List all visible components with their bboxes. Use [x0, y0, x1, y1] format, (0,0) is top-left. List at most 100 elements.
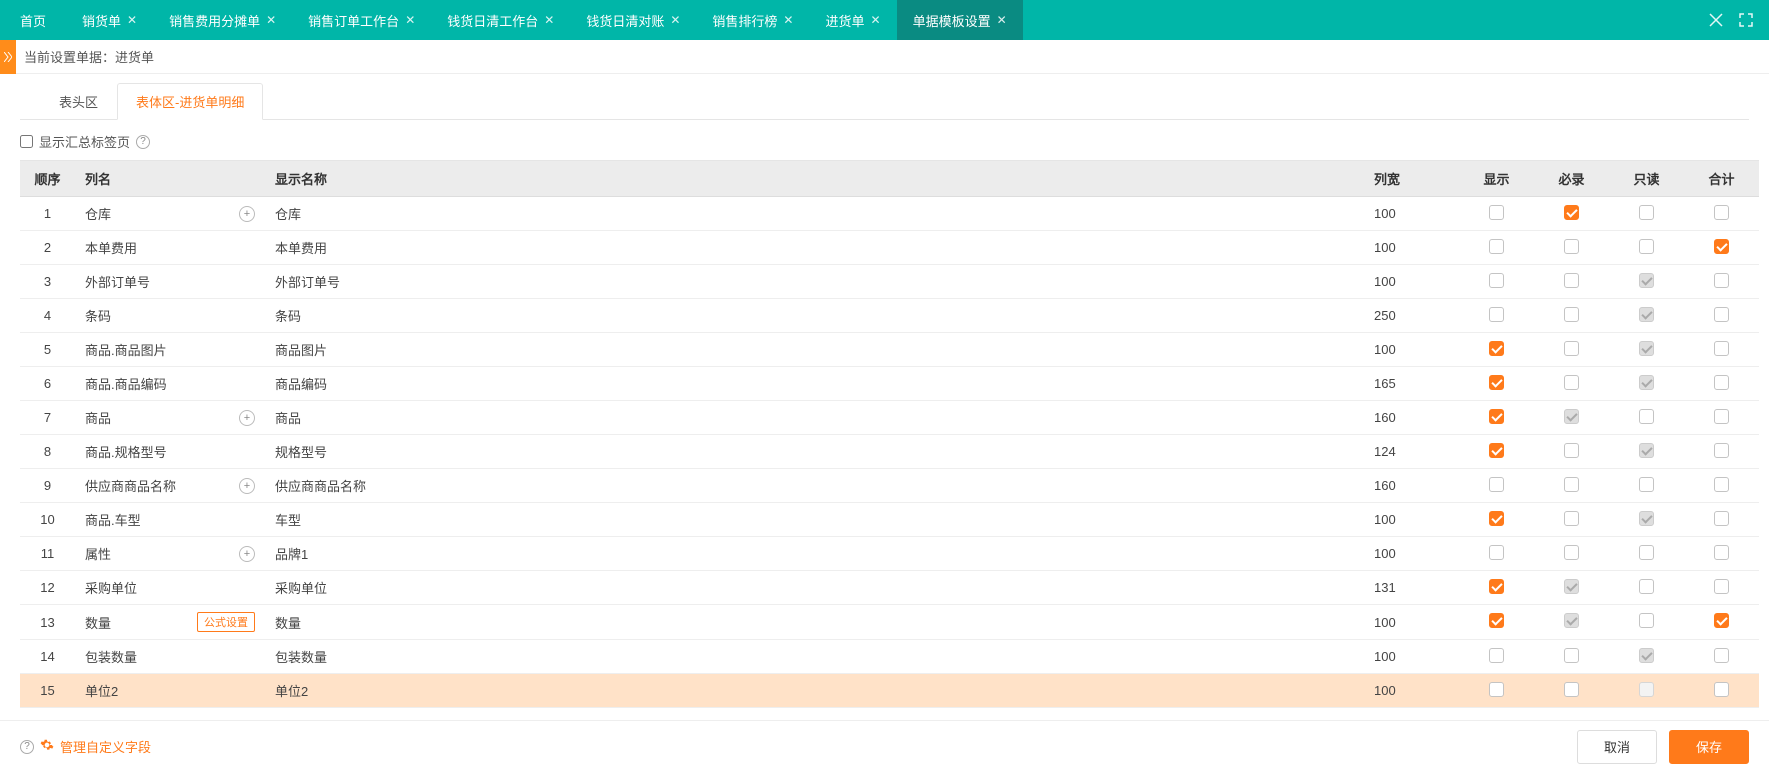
checkbox[interactable]	[1564, 273, 1579, 288]
close-icon[interactable]: ✕	[266, 13, 276, 27]
tab-home[interactable]: 首页	[0, 0, 66, 40]
checkbox[interactable]	[1639, 613, 1654, 628]
add-icon[interactable]: +	[239, 546, 255, 562]
checkbox[interactable]	[1639, 205, 1654, 220]
cell-display-name[interactable]: 条码	[265, 299, 1364, 333]
table-row[interactable]: 11属性+品牌1100	[20, 537, 1759, 571]
cell-display-name[interactable]: 仓库	[265, 197, 1364, 231]
checkbox[interactable]	[1714, 375, 1729, 390]
checkbox[interactable]	[1489, 307, 1504, 322]
checkbox[interactable]	[1714, 477, 1729, 492]
cell-display-name[interactable]: 品牌1	[265, 537, 1364, 571]
tab-item[interactable]: 销售排行榜✕	[696, 0, 809, 40]
cell-display-name[interactable]: 商品	[265, 401, 1364, 435]
checkbox[interactable]	[1639, 545, 1654, 560]
checkbox[interactable]	[1564, 239, 1579, 254]
table-row[interactable]: 15单位2单位2100	[20, 674, 1759, 708]
cell-width[interactable]: 100	[1364, 605, 1459, 640]
cell-width[interactable]: 250	[1364, 299, 1459, 333]
cell-width[interactable]: 100	[1364, 333, 1459, 367]
formula-settings-badge[interactable]: 公式设置	[197, 612, 255, 632]
cancel-button[interactable]: 取消	[1577, 730, 1657, 764]
table-row[interactable]: 4条码条码250	[20, 299, 1759, 333]
fullscreen-icon[interactable]	[1739, 13, 1753, 27]
checkbox[interactable]	[1489, 273, 1504, 288]
cell-display-name[interactable]: 商品图片	[265, 333, 1364, 367]
tab-item[interactable]: 销货单✕	[66, 0, 153, 40]
section-tab[interactable]: 表头区	[40, 83, 117, 119]
checkbox[interactable]	[1489, 477, 1504, 492]
checkbox[interactable]	[1489, 375, 1504, 390]
cell-width[interactable]: 100	[1364, 640, 1459, 674]
checkbox[interactable]	[1714, 307, 1729, 322]
checkbox[interactable]	[1714, 443, 1729, 458]
cell-display-name[interactable]: 外部订单号	[265, 265, 1364, 299]
checkbox[interactable]	[1489, 682, 1504, 697]
section-tab[interactable]: 表体区-进货单明细	[117, 83, 263, 120]
checkbox[interactable]	[1564, 511, 1579, 526]
table-row[interactable]: 14包装数量包装数量100	[20, 640, 1759, 674]
checkbox[interactable]	[1489, 443, 1504, 458]
close-all-icon[interactable]	[1709, 13, 1723, 27]
show-summary-tab-checkbox[interactable]	[20, 135, 33, 148]
tab-item[interactable]: 进货单✕	[809, 0, 896, 40]
checkbox[interactable]	[1564, 443, 1579, 458]
cell-width[interactable]: 100	[1364, 537, 1459, 571]
close-icon[interactable]: ✕	[544, 13, 554, 27]
cell-display-name[interactable]: 包装数量	[265, 640, 1364, 674]
add-icon[interactable]: +	[239, 478, 255, 494]
checkbox[interactable]	[1714, 579, 1729, 594]
table-row[interactable]: 5商品.商品图片商品图片100	[20, 333, 1759, 367]
help-icon[interactable]: ?	[136, 135, 150, 149]
cell-display-name[interactable]: 规格型号	[265, 435, 1364, 469]
close-icon[interactable]: ✕	[871, 13, 881, 27]
close-icon[interactable]: ✕	[997, 13, 1007, 27]
close-icon[interactable]: ✕	[670, 13, 680, 27]
cell-width[interactable]: 100	[1364, 197, 1459, 231]
checkbox[interactable]	[1639, 409, 1654, 424]
checkbox[interactable]	[1714, 545, 1729, 560]
cell-display-name[interactable]: 供应商商品名称	[265, 469, 1364, 503]
cell-display-name[interactable]: 采购单位	[265, 571, 1364, 605]
checkbox[interactable]	[1564, 545, 1579, 560]
checkbox[interactable]	[1639, 477, 1654, 492]
checkbox[interactable]	[1714, 409, 1729, 424]
table-row[interactable]: 8商品.规格型号规格型号124	[20, 435, 1759, 469]
table-row[interactable]: 9供应商商品名称+供应商商品名称160	[20, 469, 1759, 503]
cell-width[interactable]: 100	[1364, 265, 1459, 299]
tab-item[interactable]: 销售订单工作台✕	[292, 0, 431, 40]
checkbox[interactable]	[1564, 682, 1579, 697]
cell-width[interactable]: 100	[1364, 674, 1459, 708]
close-icon[interactable]: ✕	[405, 13, 415, 27]
checkbox[interactable]	[1489, 545, 1504, 560]
checkbox[interactable]	[1564, 648, 1579, 663]
table-row[interactable]: 7商品+商品160	[20, 401, 1759, 435]
checkbox[interactable]	[1714, 205, 1729, 220]
checkbox[interactable]	[1564, 477, 1579, 492]
tab-item[interactable]: 钱货日清对账✕	[570, 0, 696, 40]
checkbox[interactable]	[1564, 205, 1579, 220]
checkbox[interactable]	[1714, 682, 1729, 697]
cell-width[interactable]: 100	[1364, 231, 1459, 265]
cell-display-name[interactable]: 单位2	[265, 674, 1364, 708]
tab-item[interactable]: 钱货日清工作台✕	[431, 0, 570, 40]
checkbox[interactable]	[1714, 511, 1729, 526]
cell-width[interactable]: 100	[1364, 503, 1459, 537]
cell-display-name[interactable]: 商品编码	[265, 367, 1364, 401]
checkbox[interactable]	[1489, 579, 1504, 594]
checkbox[interactable]	[1489, 239, 1504, 254]
checkbox[interactable]	[1639, 239, 1654, 254]
table-row[interactable]: 6商品.商品编码商品编码165	[20, 367, 1759, 401]
save-button[interactable]: 保存	[1669, 730, 1749, 764]
checkbox[interactable]	[1714, 341, 1729, 356]
add-icon[interactable]: +	[239, 410, 255, 426]
table-row[interactable]: 12采购单位采购单位131	[20, 571, 1759, 605]
close-icon[interactable]: ✕	[783, 13, 793, 27]
tab-item[interactable]: 销售费用分摊单✕	[153, 0, 292, 40]
checkbox[interactable]	[1714, 648, 1729, 663]
table-row[interactable]: 1仓库+仓库100	[20, 197, 1759, 231]
checkbox[interactable]	[1489, 341, 1504, 356]
table-row[interactable]: 13数量公式设置数量100	[20, 605, 1759, 640]
cell-width[interactable]: 124	[1364, 435, 1459, 469]
cell-width[interactable]: 160	[1364, 469, 1459, 503]
